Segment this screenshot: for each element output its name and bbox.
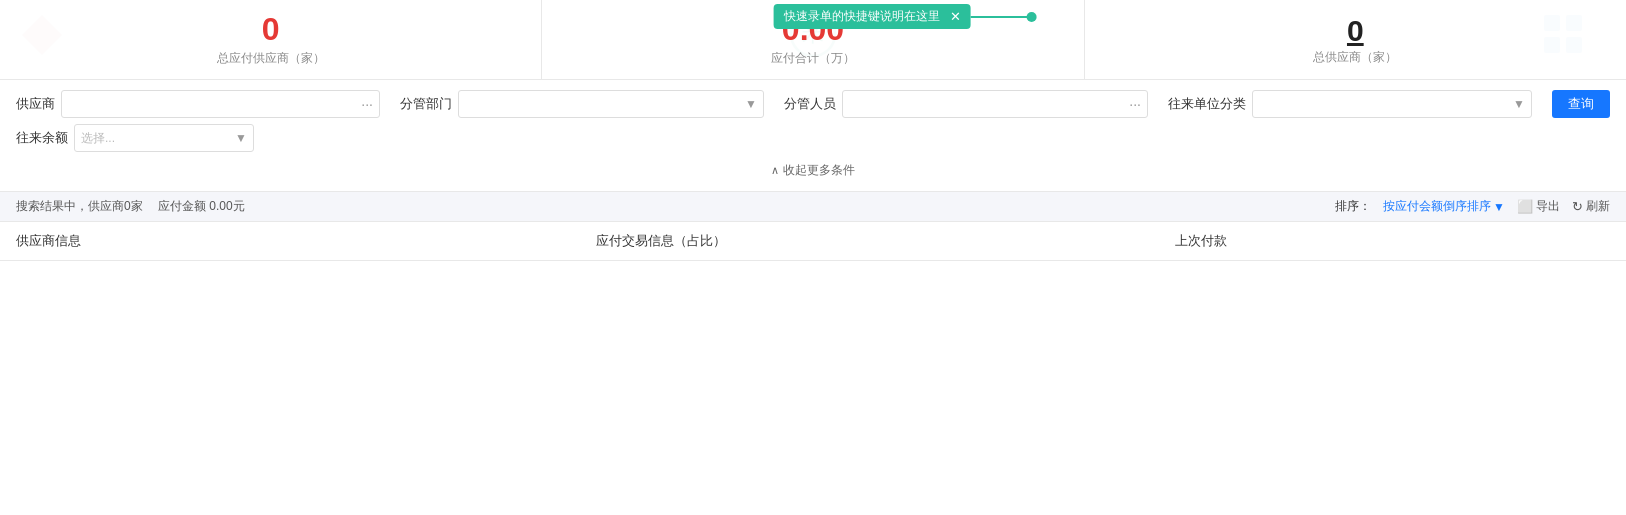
balance-select[interactable]: 选择... ▼ — [74, 124, 254, 152]
filter-supplier: 供应商 ··· — [16, 90, 380, 118]
dept-label: 分管部门 — [400, 95, 452, 113]
supplier-input-wrap[interactable]: ··· — [61, 90, 380, 118]
stat-card-payable-total: 米 0.00 应付合计（万） 快速录单的快捷键说明在这里 ✕ — [542, 0, 1084, 79]
person-input-wrap[interactable]: ··· — [842, 90, 1148, 118]
sort-arrow-icon: ▼ — [1493, 200, 1505, 214]
collapse-arrow-icon: ∧ — [771, 164, 779, 177]
table-body — [0, 261, 1626, 515]
svg-marker-0 — [22, 15, 62, 55]
svg-rect-6 — [1566, 37, 1582, 53]
stat-card-total-suppliers: 0 总供应商（家） — [1085, 0, 1626, 79]
stat-card-suppliers-payable: 0 总应付供应商（家） — [0, 0, 542, 79]
col-header-transaction: 应付交易信息（占比） — [596, 232, 1176, 250]
balance-arrow-icon: ▼ — [235, 131, 247, 145]
filter-balance: 往来余额 选择... ▼ — [16, 124, 316, 152]
balance-select-text: 选择... — [81, 130, 115, 147]
stat-label-suppliers-payable: 总应付供应商（家） — [217, 50, 325, 67]
collapse-label: 收起更多条件 — [783, 162, 855, 179]
svg-rect-3 — [1544, 15, 1560, 31]
table-header: 供应商信息 应付交易信息（占比） 上次付款 — [0, 222, 1626, 261]
filter-unit: 往来单位分类 ▼ — [1168, 90, 1532, 118]
tooltip-dot — [1027, 12, 1037, 22]
unit-arrow-icon: ▼ — [1513, 97, 1525, 111]
supplier-label: 供应商 — [16, 95, 55, 113]
unit-select[interactable]: ▼ — [1252, 90, 1532, 118]
filter-row-2: 往来余额 选择... ▼ — [16, 124, 1610, 152]
filter-row-1: 供应商 ··· 分管部门 ▼ 分管人员 ··· 往来单位分 — [16, 90, 1610, 118]
sort-label: 排序： — [1335, 198, 1371, 215]
results-bar: 搜索结果中，供应商0家 应付金额 0.00元 排序： 按应付会额倒序排序 ▼ ⬜… — [0, 192, 1626, 222]
unit-label: 往来单位分类 — [1168, 95, 1246, 113]
export-icon: ⬜ — [1517, 199, 1533, 214]
shortcut-tooltip: 快速录单的快捷键说明在这里 ✕ — [774, 4, 971, 29]
collapse-bar: ∧ 收起更多条件 — [16, 158, 1610, 187]
dept-select[interactable]: ▼ — [458, 90, 764, 118]
col-header-supplier: 供应商信息 — [16, 232, 596, 250]
tooltip-close-button[interactable]: ✕ — [950, 9, 961, 24]
balance-label: 往来余额 — [16, 129, 68, 147]
diamond-icon — [20, 13, 64, 67]
supplier-input[interactable] — [68, 97, 357, 111]
person-label: 分管人员 — [784, 95, 836, 113]
sort-value: 按应付会额倒序排序 — [1383, 198, 1491, 215]
stat-number-suppliers-payable: 0 — [262, 12, 280, 47]
refresh-label: 刷新 — [1586, 198, 1610, 215]
refresh-button[interactable]: ↻ 刷新 — [1572, 198, 1610, 215]
stats-bar: 0 总应付供应商（家） 米 0.00 应付合计（万） 快速录单的快捷键说明在这里… — [0, 0, 1626, 80]
stat-number-total-suppliers: 0 — [1347, 14, 1364, 47]
filter-dept: 分管部门 ▼ — [400, 90, 764, 118]
refresh-icon: ↻ — [1572, 199, 1583, 214]
col-header-lastpay: 上次付款 — [1175, 232, 1610, 250]
svg-rect-5 — [1544, 37, 1560, 53]
filter-person: 分管人员 ··· — [784, 90, 1148, 118]
person-more-icon[interactable]: ··· — [1129, 96, 1141, 112]
results-actions: 排序： 按应付会额倒序排序 ▼ ⬜ 导出 ↻ 刷新 — [1335, 198, 1610, 215]
svg-rect-4 — [1566, 15, 1582, 31]
supplier-more-icon[interactable]: ··· — [361, 96, 373, 112]
results-count: 搜索结果中，供应商0家 — [16, 199, 143, 213]
tooltip-text: 快速录单的快捷键说明在这里 — [784, 8, 940, 25]
stat-label-payable-total: 应付合计（万） — [771, 50, 855, 67]
stat-label-total-suppliers: 总供应商（家） — [1313, 49, 1397, 66]
results-amount: 应付金额 0.00元 — [158, 199, 245, 213]
dept-arrow-icon: ▼ — [745, 97, 757, 111]
filter-bar: 供应商 ··· 分管部门 ▼ 分管人员 ··· 往来单位分 — [0, 80, 1626, 192]
results-summary: 搜索结果中，供应商0家 应付金额 0.00元 — [16, 198, 245, 215]
export-label: 导出 — [1536, 198, 1560, 215]
grid-icon — [1540, 11, 1586, 68]
export-button[interactable]: ⬜ 导出 — [1517, 198, 1560, 215]
query-button[interactable]: 查询 — [1552, 90, 1610, 118]
collapse-button[interactable]: ∧ 收起更多条件 — [771, 162, 855, 179]
person-input[interactable] — [849, 97, 1125, 111]
sort-select[interactable]: 按应付会额倒序排序 ▼ — [1383, 198, 1505, 215]
